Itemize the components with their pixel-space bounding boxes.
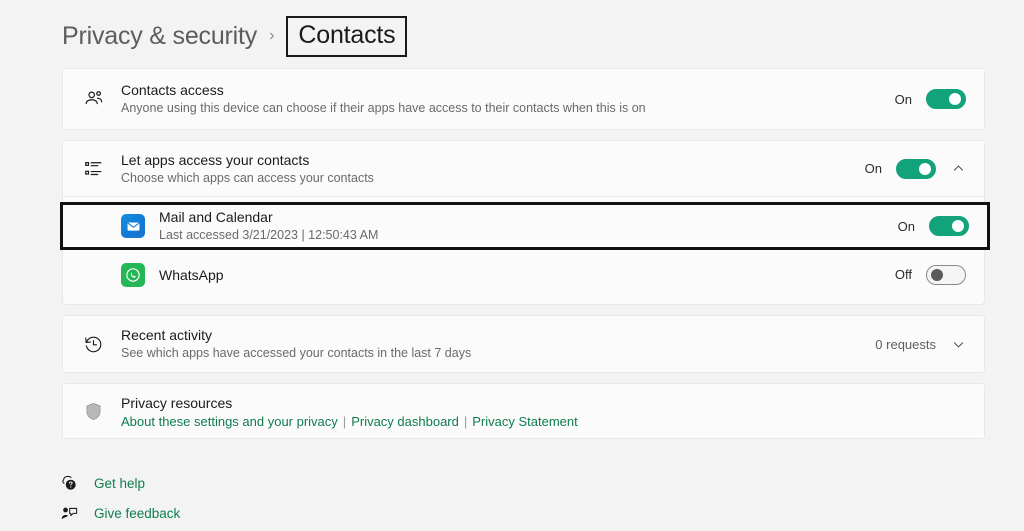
toggle-state-label: Off	[894, 267, 912, 282]
history-icon	[83, 334, 121, 355]
row-app-whatsapp[interactable]: WhatsApp Off	[63, 248, 984, 301]
give-feedback-icon	[58, 504, 80, 523]
row-title: Contacts access	[121, 82, 224, 98]
requests-count-label: 0 requests	[875, 336, 936, 352]
row-app-whatsapp-text: WhatsApp	[159, 266, 883, 284]
mail-contacts-toggle[interactable]	[929, 216, 969, 236]
row-subtitle: Anyone using this device can choose if t…	[121, 101, 646, 115]
row-recent-activity[interactable]: Recent activity See which apps have acce…	[63, 316, 984, 372]
row-app-mail-controls: On	[898, 216, 969, 236]
card-privacy-resources: Privacy resources About these settings a…	[62, 383, 985, 439]
list-icon	[83, 158, 121, 180]
toggle-knob	[952, 220, 964, 232]
toggle-knob	[949, 93, 961, 105]
row-privacy-resources-text: Privacy resources About these settings a…	[121, 394, 966, 429]
page-title: Contacts	[298, 20, 396, 49]
row-contacts-access-controls: On	[895, 89, 966, 109]
app-last-accessed: Last accessed 3/21/2023 | 12:50:43 AM	[159, 228, 379, 242]
chevron-up-icon[interactable]	[950, 161, 966, 177]
app-name: WhatsApp	[159, 266, 224, 283]
row-title: Let apps access your contacts	[121, 151, 310, 168]
shield-icon	[83, 401, 121, 422]
link-about-these-settings[interactable]: About these settings and your privacy	[121, 414, 338, 429]
privacy-links: About these settings and your privacy | …	[121, 414, 966, 429]
row-app-mail-and-calendar[interactable]: Mail and Calendar Last accessed 3/21/202…	[60, 202, 990, 250]
breadcrumb-separator-icon: ›	[269, 27, 275, 44]
people-icon	[83, 88, 121, 110]
row-recent-activity-controls: 0 requests	[875, 336, 966, 352]
give-feedback-label: Give feedback	[94, 505, 181, 521]
breadcrumb-current-focus-box[interactable]: Contacts	[286, 15, 408, 57]
mail-app-icon-wrap	[121, 214, 159, 238]
link-privacy-dashboard[interactable]: Privacy dashboard	[351, 414, 459, 429]
row-title: Privacy resources	[121, 394, 233, 411]
whatsapp-app-icon-wrap	[121, 262, 159, 287]
row-contacts-access[interactable]: Contacts access Anyone using this device…	[63, 69, 984, 129]
toggle-knob	[919, 162, 931, 175]
link-divider: |	[342, 413, 347, 429]
whatsapp-app-icon	[121, 262, 145, 287]
breadcrumb: Privacy & security › Contacts	[62, 14, 408, 58]
row-subtitle: See which apps have accessed your contac…	[121, 346, 472, 360]
row-let-apps-access-controls: On	[864, 158, 966, 179]
row-let-apps-access[interactable]: Let apps access your contacts Choose whi…	[63, 141, 984, 196]
row-subtitle: Choose which apps can access your contac…	[121, 170, 374, 185]
row-privacy-resources: Privacy resources About these settings a…	[63, 384, 984, 438]
row-title: Recent activity	[121, 327, 213, 343]
get-help-link-row[interactable]: Get help	[58, 470, 145, 496]
let-apps-access-toggle[interactable]	[896, 158, 936, 179]
row-contacts-access-text: Contacts access Anyone using this device…	[121, 81, 883, 117]
toggle-knob	[931, 268, 943, 281]
mail-app-icon	[121, 214, 145, 238]
chevron-down-icon[interactable]	[950, 336, 966, 352]
get-help-icon	[58, 474, 80, 493]
card-recent-activity: Recent activity See which apps have acce…	[62, 315, 985, 373]
settings-page: Privacy & security › Contacts Contacts a…	[0, 0, 1024, 531]
toggle-state-label: On	[864, 161, 882, 176]
row-app-mail-text: Mail and Calendar Last accessed 3/21/202…	[159, 208, 886, 244]
contacts-access-toggle[interactable]	[926, 89, 966, 109]
give-feedback-link-row[interactable]: Give feedback	[58, 500, 180, 526]
row-divider	[63, 196, 984, 197]
breadcrumb-parent-link[interactable]: Privacy & security	[62, 22, 257, 51]
row-recent-activity-text: Recent activity See which apps have acce…	[121, 326, 863, 362]
card-contacts-access: Contacts access Anyone using this device…	[62, 68, 985, 130]
link-privacy-statement[interactable]: Privacy Statement	[472, 414, 578, 429]
row-let-apps-access-text: Let apps access your contacts Choose whi…	[121, 151, 853, 187]
get-help-label: Get help	[94, 475, 146, 491]
toggle-state-label: On	[897, 218, 915, 234]
app-name: Mail and Calendar	[159, 209, 273, 225]
whatsapp-contacts-toggle[interactable]	[926, 264, 966, 285]
row-app-whatsapp-controls: Off	[894, 264, 966, 285]
toggle-state-label: On	[894, 91, 912, 107]
link-divider: |	[463, 413, 468, 429]
